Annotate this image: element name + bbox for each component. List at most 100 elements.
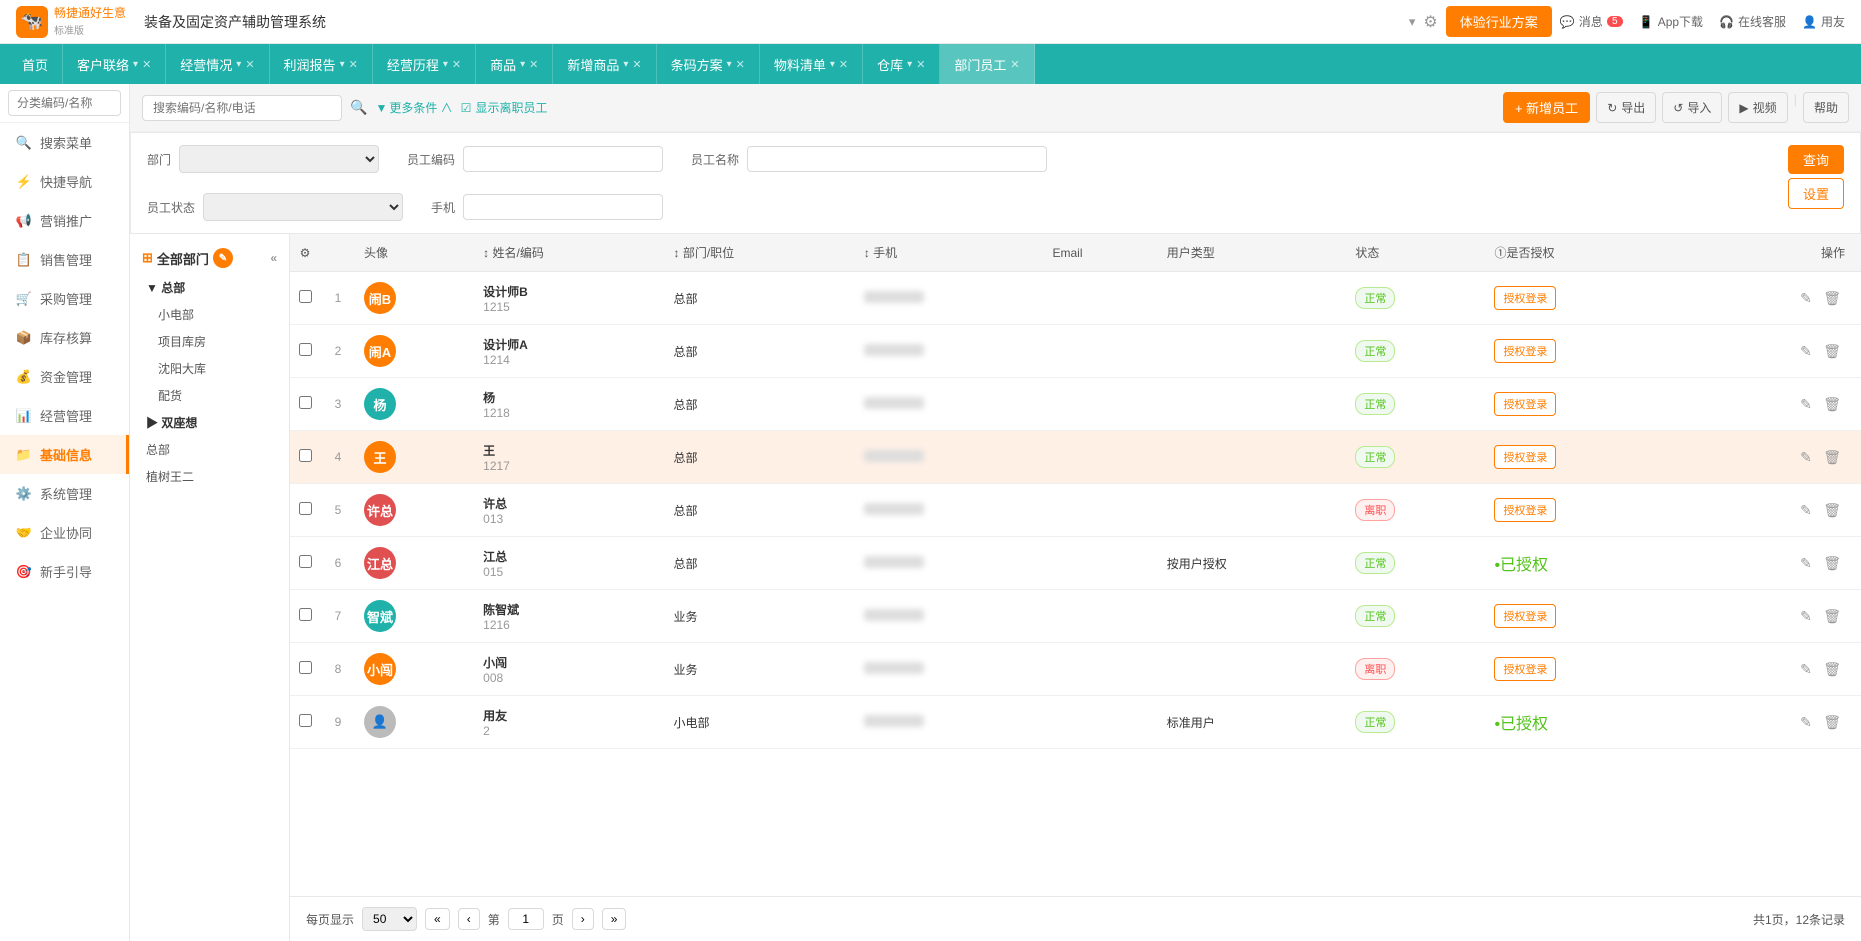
tab-warehouse[interactable]: 仓库 ▾ ✕ [863, 44, 940, 84]
tab-profit[interactable]: 利润报告 ▾ ✕ [270, 44, 373, 84]
delete-button[interactable]: 🗑 [1819, 341, 1845, 362]
tab-home[interactable]: 首页 [8, 44, 63, 84]
emp-code-input[interactable] [463, 146, 663, 172]
auth-button[interactable]: 授权登录 [1494, 604, 1556, 628]
delete-button[interactable]: 🗑 [1819, 447, 1845, 468]
last-page-button[interactable]: » [602, 908, 627, 930]
online-service-item[interactable]: 🎧 在线客服 [1719, 13, 1786, 30]
sidebar-item-search[interactable]: 🔍搜索菜单 [0, 123, 129, 162]
auth-button[interactable]: 授权登录 [1494, 657, 1556, 681]
tab-new-goods[interactable]: 新增商品 ▾ ✕ [553, 44, 656, 84]
dept-node-project-warehouse[interactable]: 项目库房 [138, 328, 281, 355]
settings-icon[interactable]: ⚙ [1423, 12, 1437, 32]
collapse-button[interactable]: « [270, 251, 277, 265]
row-checkbox[interactable] [299, 555, 312, 568]
sidebar-item-operation[interactable]: 📊经营管理 [0, 396, 129, 435]
set-button[interactable]: 设置 [1788, 178, 1844, 209]
delete-button[interactable]: 🗑 [1819, 712, 1845, 733]
tab-goods[interactable]: 商品 ▾ ✕ [476, 44, 553, 84]
auth-button[interactable]: 授权登录 [1494, 286, 1556, 310]
sidebar-item-finance[interactable]: 💰资金管理 [0, 357, 129, 396]
settings-col-icon[interactable]: ⚙ [300, 246, 311, 260]
sidebar-item-collab[interactable]: 🤝企业协同 [0, 513, 129, 552]
auth-button[interactable]: 授权登录 [1494, 498, 1556, 522]
tab-bom[interactable]: 物料清单 ▾ ✕ [760, 44, 863, 84]
app-download-item[interactable]: 📱 App下载 [1639, 13, 1703, 30]
edit-button[interactable]: ✎ [1796, 659, 1816, 680]
dept-node-shenyang[interactable]: 沈阳大库 [138, 355, 281, 382]
row-checkbox[interactable] [299, 290, 312, 303]
first-page-button[interactable]: « [425, 908, 450, 930]
edit-button[interactable]: ✎ [1796, 500, 1816, 521]
dept-node-peihuo[interactable]: 配货 [138, 382, 281, 409]
edit-button[interactable]: ✎ [1796, 606, 1816, 627]
trial-button[interactable]: 体验行业方案 [1446, 6, 1552, 37]
delete-button[interactable]: 🗑 [1819, 288, 1845, 309]
auth-button[interactable]: 授权登录 [1494, 339, 1556, 363]
dept-select[interactable] [179, 145, 379, 173]
col-name[interactable]: ↕ 姓名/编码 [475, 234, 665, 272]
per-page-select[interactable]: 50 100 200 [362, 907, 417, 931]
phone-input[interactable] [463, 194, 663, 220]
sidebar-item-basic[interactable]: 📁基础信息 [0, 435, 129, 474]
filter-more-conditions[interactable]: ▼ 更多条件 ∧ [375, 99, 452, 116]
tab-customer[interactable]: 客户联络 ▾ ✕ [63, 44, 166, 84]
delete-button[interactable]: 🗑 [1819, 500, 1845, 521]
dept-edit-icon[interactable]: ✎ [213, 248, 233, 268]
tab-barcode[interactable]: 条码方案 ▾ ✕ [657, 44, 760, 84]
view-button[interactable]: ▶ 视频 [1728, 92, 1787, 123]
dept-node-xiaodibu[interactable]: 小电部 [138, 301, 281, 328]
delete-button[interactable]: 🗑 [1819, 394, 1845, 415]
dropdown-arrow[interactable]: ▾ [1409, 14, 1416, 30]
search-input[interactable] [142, 95, 342, 121]
dept-node-zhishuwang[interactable]: 植树王二 [138, 463, 281, 490]
row-checkbox[interactable] [299, 608, 312, 621]
sidebar-item-marketing[interactable]: 📢营销推广 [0, 201, 129, 240]
row-checkbox[interactable] [299, 661, 312, 674]
prev-page-button[interactable]: ‹ [458, 908, 480, 930]
edit-button[interactable]: ✎ [1796, 712, 1816, 733]
sidebar-item-stock[interactable]: 📦库存核算 [0, 318, 129, 357]
sidebar-item-purchase[interactable]: 🛒采购管理 [0, 279, 129, 318]
tab-operation-status[interactable]: 经营情况 ▾ ✕ [166, 44, 269, 84]
emp-status-select[interactable] [203, 193, 403, 221]
help-button[interactable]: 帮助 [1803, 92, 1849, 123]
add-employee-button[interactable]: + 新增员工 [1503, 92, 1590, 123]
row-checkbox[interactable] [299, 502, 312, 515]
import-button[interactable]: ↺ 导入 [1662, 92, 1722, 123]
edit-button[interactable]: ✎ [1796, 447, 1816, 468]
show-resigned-toggle[interactable]: ☑ 显示离职员工 [461, 99, 548, 116]
checkbox-show-resigned[interactable]: ☑ [461, 101, 472, 115]
message-item[interactable]: 💬 消息 5 [1560, 13, 1623, 30]
tab-history[interactable]: 经营历程 ▾ ✕ [373, 44, 476, 84]
row-checkbox[interactable] [299, 714, 312, 727]
row-checkbox[interactable] [299, 396, 312, 409]
sidebar-search-input[interactable] [9, 92, 121, 114]
dept-node-shuangzuoxiang[interactable]: ▶ 双座想 [138, 409, 281, 436]
sidebar-item-system[interactable]: ⚙️系统管理 [0, 474, 129, 513]
all-dept-label[interactable]: 全部部门 [157, 249, 209, 268]
sidebar-item-quicknav[interactable]: ⚡快捷导航 [0, 162, 129, 201]
edit-button[interactable]: ✎ [1796, 288, 1816, 309]
tab-department[interactable]: 部门员工 ✕ [940, 44, 1034, 84]
dept-node-headquarter-parent[interactable]: ▼ 总部 [138, 274, 281, 301]
delete-button[interactable]: 🗑 [1819, 606, 1845, 627]
row-checkbox[interactable] [299, 343, 312, 356]
auth-button[interactable]: 授权登录 [1494, 445, 1556, 469]
auth-button[interactable]: 授权登录 [1494, 392, 1556, 416]
user-item[interactable]: 👤 用友 [1802, 13, 1845, 30]
edit-button[interactable]: ✎ [1796, 394, 1816, 415]
delete-button[interactable]: 🗑 [1819, 553, 1845, 574]
sidebar-item-sales[interactable]: 📋销售管理 [0, 240, 129, 279]
page-number-input[interactable] [508, 908, 544, 930]
export-button[interactable]: ↻ 导出 [1596, 92, 1656, 123]
emp-name-input[interactable] [747, 146, 1047, 172]
delete-button[interactable]: 🗑 [1819, 659, 1845, 680]
filter-search-button[interactable]: 🔍 [350, 99, 367, 116]
next-page-button[interactable]: › [572, 908, 594, 930]
col-dept[interactable]: ↕ 部门/职位 [665, 234, 855, 272]
dept-node-zongbu[interactable]: 总部 [138, 436, 281, 463]
edit-button[interactable]: ✎ [1796, 553, 1816, 574]
sidebar-item-guide[interactable]: 🎯新手引导 [0, 552, 129, 591]
row-checkbox[interactable] [299, 449, 312, 462]
